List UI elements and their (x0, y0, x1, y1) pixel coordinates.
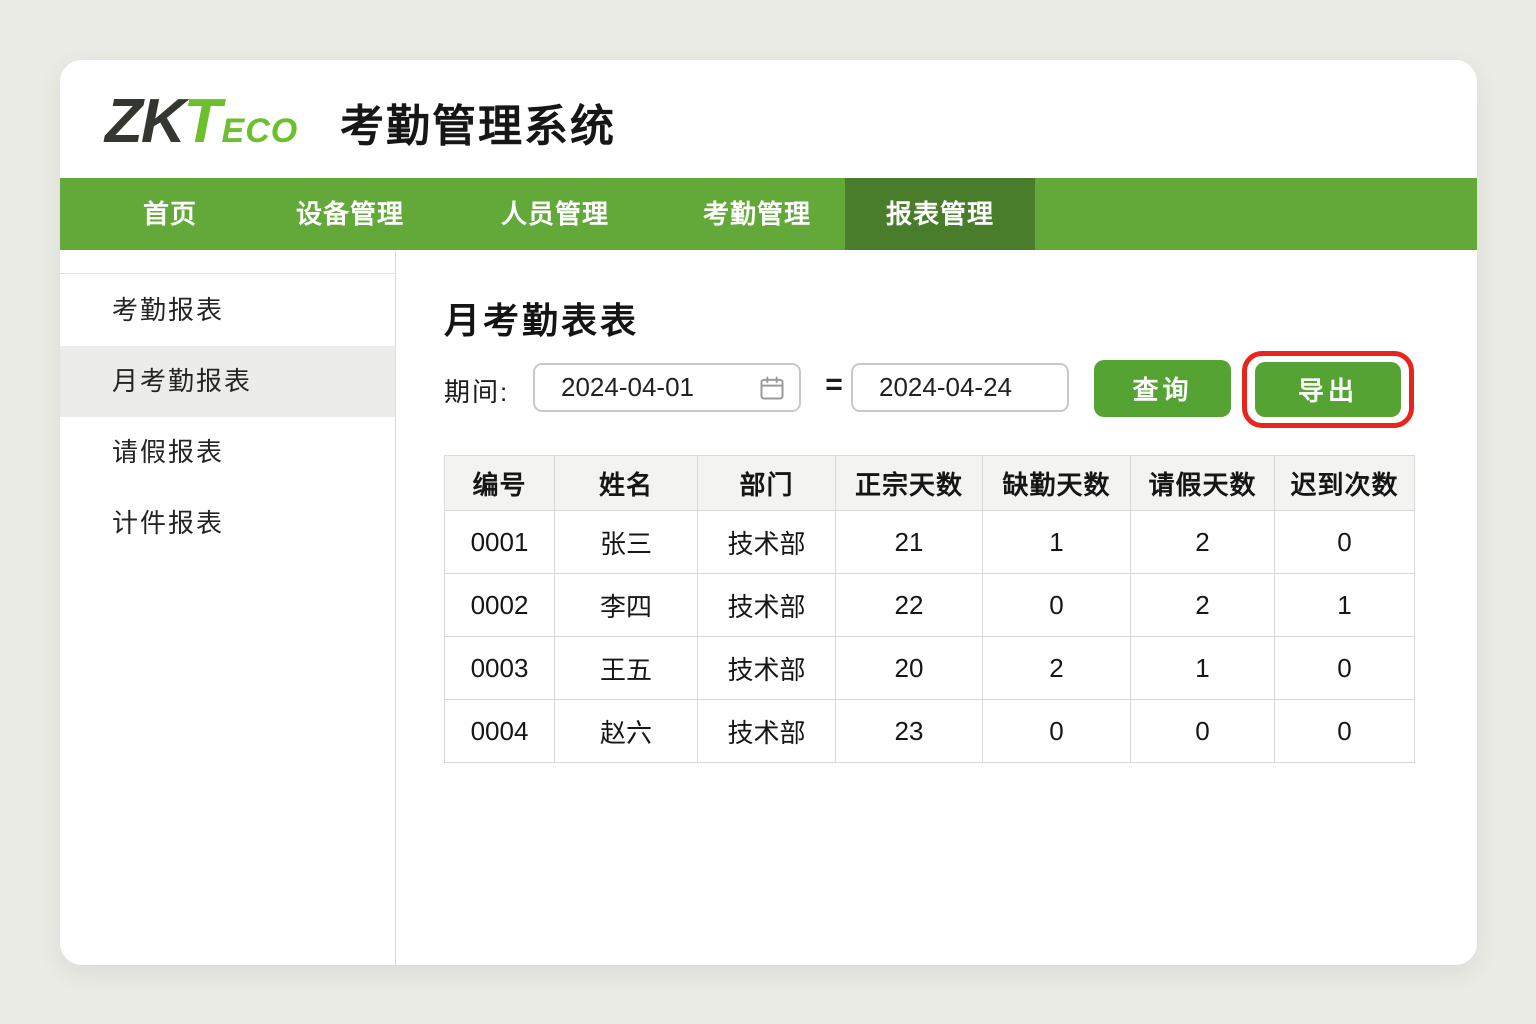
cell-name: 赵六 (554, 699, 698, 763)
sidebar-item-monthly-attendance-report[interactable]: 月考勤报表 (60, 346, 395, 417)
cell-name: 张三 (554, 510, 698, 574)
sidebar-item-piecework-report[interactable]: 计件报表 (60, 488, 395, 559)
cell-id: 0003 (444, 636, 555, 700)
logo-text-t: T (183, 87, 222, 156)
table-header-row: 编号 姓名 部门 正宗天数 缺勤天数 请假天数 迟到次数 (444, 455, 1415, 511)
cell-id: 0002 (444, 573, 555, 637)
nav-tab-device-management[interactable]: 设备管理 (265, 178, 435, 250)
table-row: 0003 王五 技术部 20 2 1 0 (444, 636, 1415, 700)
cell-id: 0001 (444, 510, 555, 574)
app-title: 考勤管理系统 (340, 102, 616, 151)
cell-department: 技术部 (697, 573, 836, 637)
cell-normal-days: 20 (835, 636, 983, 700)
table-row: 0004 赵六 技术部 23 0 0 0 (444, 699, 1415, 763)
sidebar-item-attendance-report[interactable]: 考勤报表 (60, 275, 395, 346)
cell-leave-days: 2 (1130, 510, 1275, 574)
cell-late-count: 0 (1274, 636, 1415, 700)
nav-tab-attendance-management[interactable]: 考勤管理 (672, 178, 842, 250)
date-range-label: 期间: (444, 377, 510, 407)
sidebar-divider (60, 273, 395, 274)
nav-tab-personnel-management[interactable]: 人员管理 (470, 178, 640, 250)
column-header-late-count: 迟到次数 (1274, 455, 1415, 511)
cell-late-count: 0 (1274, 699, 1415, 763)
cell-absent-days: 0 (982, 699, 1131, 763)
logo-text-zk: ZK (105, 87, 186, 156)
cell-leave-days: 1 (1130, 636, 1275, 700)
main-navbar: 首页 设备管理 人员管理 考勤管理 报表管理 (60, 178, 1477, 250)
cell-department: 技术部 (697, 510, 836, 574)
table-row: 0001 张三 技术部 21 1 2 0 (444, 510, 1415, 574)
cell-absent-days: 0 (982, 573, 1131, 637)
cell-absent-days: 1 (982, 510, 1131, 574)
report-sidebar: 考勤报表 月考勤报表 请假报表 计件报表 (60, 250, 396, 965)
cell-absent-days: 2 (982, 636, 1131, 700)
column-header-name: 姓名 (554, 455, 698, 511)
cell-name: 王五 (554, 636, 698, 700)
brand-header: ZK T ECO 考勤管理系统 (60, 60, 1477, 178)
nav-tab-home[interactable]: 首页 (95, 178, 245, 250)
monthly-attendance-table: 编号 姓名 部门 正宗天数 缺勤天数 请假天数 迟到次数 0001 张三 技术部 (444, 455, 1415, 763)
column-header-leave-days: 请假天数 (1130, 455, 1275, 511)
page-title: 月考勤表表 (444, 300, 640, 341)
column-header-absent-days: 缺勤天数 (982, 455, 1131, 511)
cell-late-count: 1 (1274, 573, 1415, 637)
cell-leave-days: 0 (1130, 699, 1275, 763)
zkteco-logo: ZK T ECO (105, 86, 298, 156)
cell-normal-days: 22 (835, 573, 983, 637)
cell-department: 技术部 (697, 699, 836, 763)
table-row: 0002 李四 技术部 22 0 2 1 (444, 573, 1415, 637)
column-header-id: 编号 (444, 455, 555, 511)
cell-leave-days: 2 (1130, 573, 1275, 637)
cell-name: 李四 (554, 573, 698, 637)
column-header-department: 部门 (697, 455, 836, 511)
cell-normal-days: 23 (835, 699, 983, 763)
end-date-input[interactable] (851, 363, 1069, 412)
calendar-icon[interactable] (758, 374, 786, 402)
cell-late-count: 0 (1274, 510, 1415, 574)
date-range-separator: = (825, 368, 843, 401)
export-highlight-annotation: 导出 (1242, 351, 1414, 428)
cell-department: 技术部 (697, 636, 836, 700)
cell-id: 0004 (444, 699, 555, 763)
export-button[interactable]: 导出 (1255, 362, 1401, 417)
page-background: ZK T ECO 考勤管理系统 首页 设备管理 人员管理 考勤管理 报表管理 考勤报… (0, 0, 1536, 1024)
cell-normal-days: 21 (835, 510, 983, 574)
app-window: ZK T ECO 考勤管理系统 首页 设备管理 人员管理 考勤管理 报表管理 考勤报… (60, 60, 1477, 965)
sidebar-item-leave-report[interactable]: 请假报表 (60, 417, 395, 488)
main-content: 月考勤表表 期间: = 查询 导出 (396, 250, 1477, 965)
query-button[interactable]: 查询 (1094, 360, 1231, 417)
column-header-normal-days: 正宗天数 (835, 455, 983, 511)
nav-tab-report-management[interactable]: 报表管理 (845, 178, 1035, 250)
logo-text-eco: ECO (221, 112, 299, 150)
